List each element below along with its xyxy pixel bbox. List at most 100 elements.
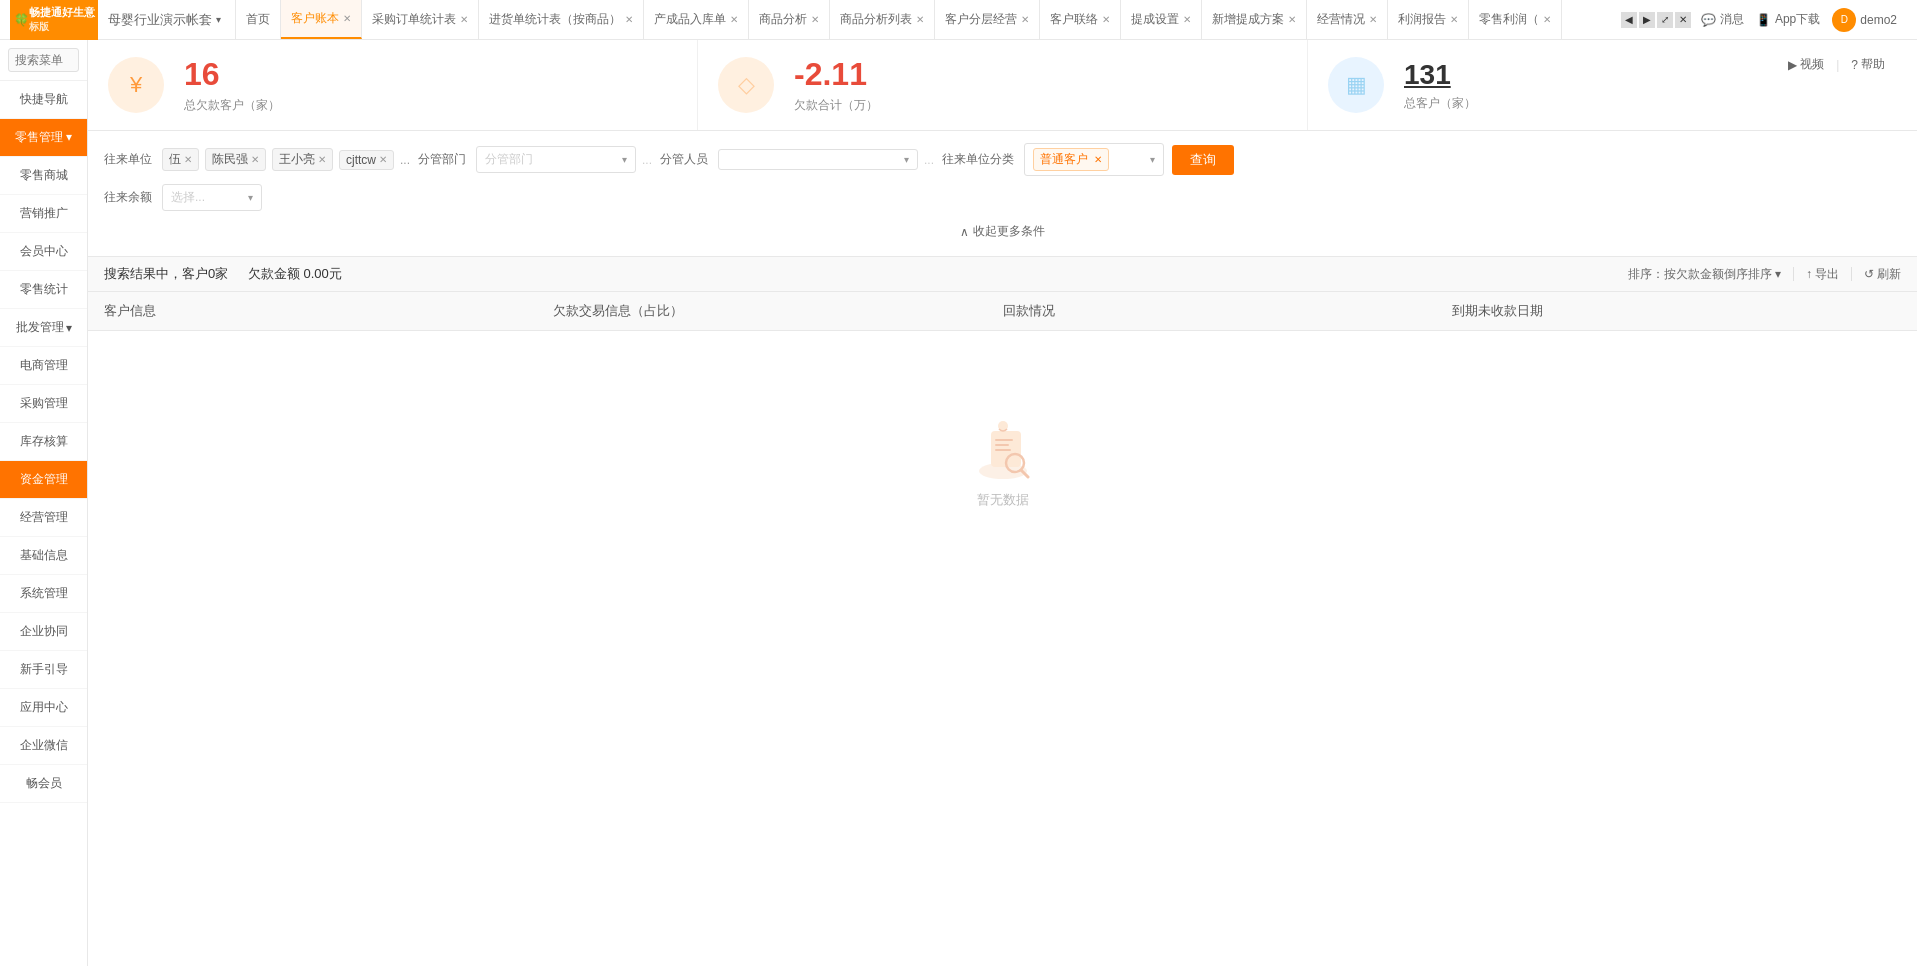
sidebar-item-lingshouguan[interactable]: 零售管理 ▾ [0,119,87,157]
close-icon[interactable]: ✕ [251,154,259,165]
filter-select-balance[interactable]: 选择... ▾ [162,184,262,211]
stat-total-credit-customers: ¥ 16 总欠款客户（家） [88,40,698,130]
export-button[interactable]: ↑ 导出 [1806,266,1839,283]
question-icon: ? [1851,58,1858,72]
sidebar-item-kucun[interactable]: 库存核算 [0,423,87,461]
close-icon[interactable]: ✕ [1094,154,1102,165]
filter-tag-unit-wu[interactable]: 伍 ✕ [162,148,199,171]
filter-person-more[interactable]: ... [924,153,934,167]
sidebar-item-kuaijie[interactable]: 快捷导航 [0,81,87,119]
filter-select-dept[interactable]: 分管部门 ▾ [476,146,636,173]
tab-product-stock[interactable]: 产成品入库单 ✕ [644,0,749,39]
close-icon[interactable]: ✕ [916,14,924,25]
tab-profit-report[interactable]: 利润报告 ✕ [1388,0,1469,39]
sort-selector[interactable]: 排序：按欠款金额倒序排序 ▾ [1628,266,1781,283]
th-credit: 欠款交易信息（占比） [553,302,1002,320]
nav-arrows: ◀ ▶ ⤢ ✕ [1621,12,1691,28]
tab-operation[interactable]: 经营情况 ✕ [1307,0,1388,39]
app-download-button[interactable]: 📱 App下载 [1756,11,1820,28]
sidebar: 快捷导航 零售管理 ▾ 零售商城 营销推广 会员中心 零售统计 批发管理 ▾ 电… [0,40,88,966]
play-icon: ▶ [1788,58,1797,72]
sidebar-item-lingshoucheng[interactable]: 零售商城 [0,157,87,195]
close-icon[interactable]: ✕ [730,14,738,25]
sidebar-item-yingyong[interactable]: 应用中心 [0,689,87,727]
tab-home[interactable]: 首页 [236,0,281,39]
video-help-button[interactable]: ▶ 视频 [1788,56,1824,73]
close-icon[interactable]: ✕ [1450,14,1458,25]
sidebar-item-lingshoutongji[interactable]: 零售统计 [0,271,87,309]
sidebar-item-zijin[interactable]: 资金管理 [0,461,87,499]
nav-left-arrow[interactable]: ◀ [1621,12,1637,28]
filter-tag-unit-wang[interactable]: 王小亮 ✕ [272,148,333,171]
tab-customer-layer[interactable]: 客户分层经营 ✕ [935,0,1040,39]
filter-select-person[interactable]: ▾ [718,149,918,170]
tab-product-analysis[interactable]: 商品分析 ✕ [749,0,830,39]
chevron-down-icon: ▾ [1775,267,1781,281]
stat-total-credit-amount: ◇ -2.11 欠款合计（万） [698,40,1308,130]
sidebar-item-qiyeweixin[interactable]: 企业微信 [0,727,87,765]
tab-customer-contact[interactable]: 客户联络 ✕ [1040,0,1121,39]
sidebar-item-pifaguan[interactable]: 批发管理 ▾ [0,309,87,347]
close-icon[interactable]: ✕ [1543,14,1551,25]
filter-tag-normal-customer[interactable]: 普通客户 ✕ [1033,148,1109,171]
sidebar-item-caigou[interactable]: 采购管理 [0,385,87,423]
refresh-icon: ↺ [1864,267,1874,281]
close-icon[interactable]: ✕ [184,154,192,165]
filter-more-tags[interactable]: ... [400,153,410,167]
user-avatar[interactable]: D demo2 [1832,8,1897,32]
close-icon[interactable]: ✕ [1021,14,1029,25]
query-button[interactable]: 查询 [1172,145,1234,175]
tab-retail-profit[interactable]: 零售利润（ ✕ [1469,0,1562,39]
close-icon[interactable]: ✕ [1183,14,1191,25]
close-icon[interactable]: ✕ [343,13,351,24]
chevron-up-icon: ∧ [960,225,969,239]
close-icon[interactable]: ✕ [1369,14,1377,25]
help-row: ▶ 视频 | ? 帮助 [1772,48,1901,81]
filter-select-category[interactable]: 普通客户 ✕ ▾ [1024,143,1164,176]
diamond-icon: ◇ [738,72,755,98]
sidebar-item-jichu[interactable]: 基础信息 [0,537,87,575]
stat-bg-circle-2: ◇ [718,57,774,113]
close-icon[interactable]: ✕ [811,14,819,25]
sidebar-item-huiyuan[interactable]: 会员中心 [0,233,87,271]
account-name: 母婴行业演示帐套 [108,11,212,29]
tab-purchase-order[interactable]: 采购订单统计表 ✕ [362,0,479,39]
help-button[interactable]: ? 帮助 [1851,56,1885,73]
tab-new-commission[interactable]: 新增提成方案 ✕ [1202,0,1307,39]
refresh-button[interactable]: ↺ 刷新 [1864,266,1901,283]
sidebar-item-xinshou[interactable]: 新手引导 [0,651,87,689]
filter-label-category: 往来单位分类 [942,151,1014,168]
filter-dept-more[interactable]: ... [642,153,652,167]
sidebar-item-xitong[interactable]: 系统管理 [0,575,87,613]
close-icon[interactable]: ✕ [1102,14,1110,25]
stat-value-total-customers: 131 [1404,59,1476,91]
account-selector[interactable]: 母婴行业演示帐套 ▾ [98,0,236,39]
sidebar-item-changhui[interactable]: 畅会员 [0,765,87,803]
nav-close-all[interactable]: ✕ [1675,12,1691,28]
sidebar-item-dianshang[interactable]: 电商管理 [0,347,87,385]
close-icon[interactable]: ✕ [318,154,326,165]
download-icon: 📱 [1756,13,1771,27]
tab-product-list[interactable]: 商品分析列表 ✕ [830,0,935,39]
sidebar-item-jingying[interactable]: 经营管理 [0,499,87,537]
close-icon[interactable]: ✕ [1288,14,1296,25]
filter-tag-unit-cjttcw[interactable]: cjttcw ✕ [339,150,394,170]
collapse-button[interactable]: ∧ 收起更多条件 [952,219,1053,244]
message-button[interactable]: 💬 消息 [1701,11,1744,28]
sidebar-item-qiyexietong[interactable]: 企业协同 [0,613,87,651]
tab-commission-setting[interactable]: 提成设置 ✕ [1121,0,1202,39]
sidebar-item-yingxiao[interactable]: 营销推广 [0,195,87,233]
close-icon[interactable]: ✕ [625,14,633,25]
stat-bg-circle-3: ▦ [1328,57,1384,113]
main-layout: 快捷导航 零售管理 ▾ 零售商城 营销推广 会员中心 零售统计 批发管理 ▾ 电… [0,40,1917,966]
search-input[interactable] [8,48,79,72]
tab-customer-ledger[interactable]: 客户账本 ✕ [281,0,362,39]
close-icon[interactable]: ✕ [460,14,468,25]
building-icon: ▦ [1346,72,1367,98]
nav-right-arrow[interactable]: ▶ [1639,12,1655,28]
filter-tag-unit-chen[interactable]: 陈民强 ✕ [205,148,266,171]
close-icon[interactable]: ✕ [379,154,387,165]
tab-goods-in[interactable]: 进货单统计表（按商品） ✕ [479,0,644,39]
export-icon: ↑ [1806,267,1812,281]
nav-expand[interactable]: ⤢ [1657,12,1673,28]
